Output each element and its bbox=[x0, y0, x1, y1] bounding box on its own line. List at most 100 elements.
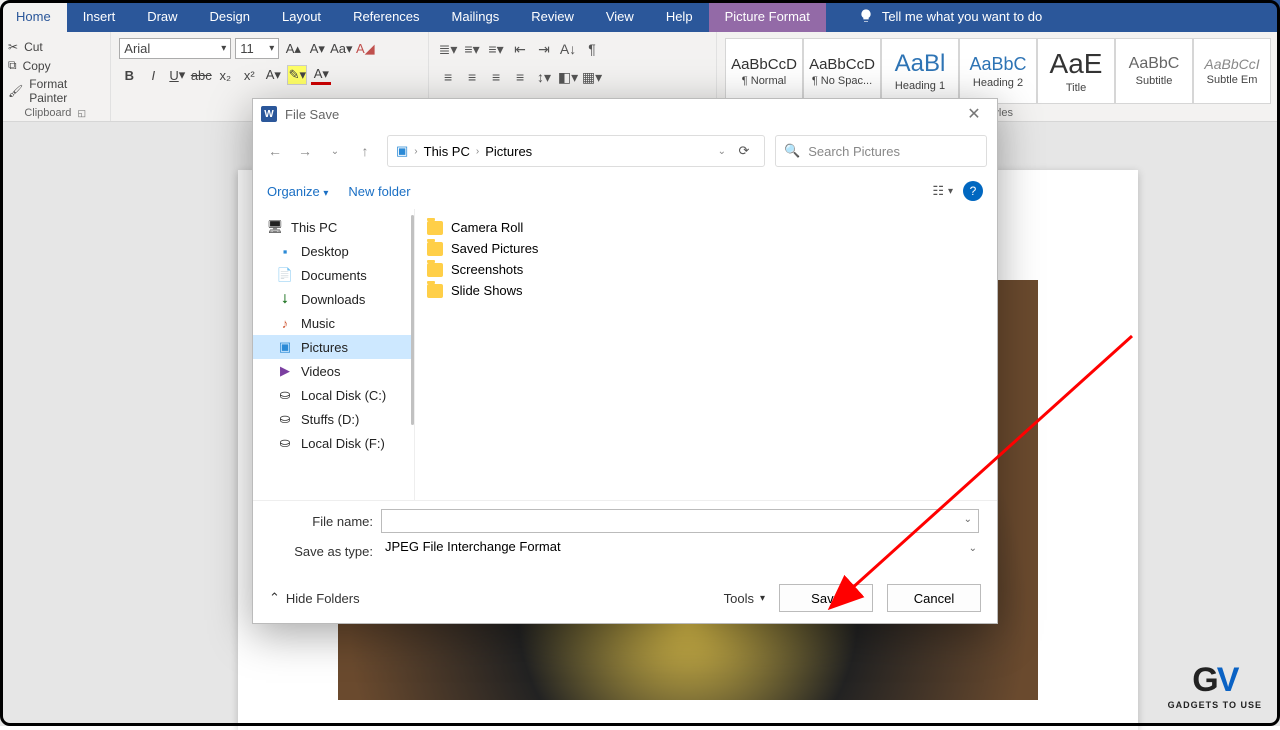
bold-button[interactable]: B bbox=[119, 65, 139, 85]
folder-icon bbox=[427, 284, 443, 298]
organize-menu[interactable]: Organize ▾ bbox=[267, 184, 328, 199]
chevron-down-icon[interactable]: ⌄ bbox=[718, 146, 726, 157]
format-painter-button[interactable]: 🖌Format Painter bbox=[8, 75, 102, 107]
italic-button[interactable]: I bbox=[143, 65, 163, 85]
save-button[interactable]: Save bbox=[779, 584, 873, 612]
shrink-font-button[interactable]: A▾ bbox=[307, 39, 327, 59]
hide-folders-button[interactable]: ⌃Hide Folders bbox=[269, 590, 360, 606]
font-color-button[interactable]: A▾ bbox=[311, 65, 331, 85]
tab-draw[interactable]: Draw bbox=[131, 0, 193, 32]
decrease-indent-button[interactable]: ⇤ bbox=[509, 38, 531, 60]
folder-item[interactable]: Camera Roll bbox=[427, 217, 985, 238]
show-marks-button[interactable]: ¶ bbox=[581, 38, 603, 60]
breadcrumb[interactable]: ▣ › This PC › Pictures ⌄ ⟳ bbox=[387, 135, 765, 167]
font-size-combo[interactable]: 11▾ bbox=[235, 38, 279, 59]
folder-item[interactable]: Slide Shows bbox=[427, 280, 985, 301]
tab-mailings[interactable]: Mailings bbox=[436, 0, 516, 32]
up-button[interactable]: ↑ bbox=[353, 139, 377, 163]
chevron-down-icon[interactable]: ⌄ bbox=[964, 514, 972, 525]
sort-button[interactable]: A↓ bbox=[557, 38, 579, 60]
view-button[interactable]: ☷▾ bbox=[932, 183, 953, 199]
align-center-button[interactable]: ≡ bbox=[461, 66, 483, 88]
shading-button[interactable]: ◧▾ bbox=[557, 66, 579, 88]
chevron-down-icon[interactable]: ⌄ bbox=[969, 543, 977, 554]
breadcrumb-item[interactable]: This PC bbox=[424, 144, 470, 159]
increase-indent-button[interactable]: ⇥ bbox=[533, 38, 555, 60]
save-type-select[interactable]: JPEG File Interchange Format⌄ bbox=[381, 539, 979, 563]
resize-handle-icon[interactable] bbox=[1034, 490, 1038, 498]
grow-font-button[interactable]: A▴ bbox=[283, 39, 303, 59]
clear-formatting-button[interactable]: A◢ bbox=[355, 39, 375, 59]
font-name-combo[interactable]: Arial▾ bbox=[119, 38, 231, 59]
chevron-down-icon: ▾ bbox=[323, 188, 328, 199]
copy-button[interactable]: ⧉Copy bbox=[8, 56, 102, 75]
highlight-button[interactable]: ✎▾ bbox=[287, 65, 307, 85]
strike-button[interactable]: abc bbox=[191, 65, 211, 85]
nav-disk-c[interactable]: ⛀Local Disk (C:) bbox=[253, 383, 414, 407]
style-no-spacing[interactable]: AaBbCcD¶ No Spac... bbox=[803, 38, 881, 104]
refresh-button[interactable]: ⟳ bbox=[732, 143, 756, 159]
tell-me-search[interactable]: Tell me what you want to do bbox=[846, 0, 1054, 32]
tab-insert[interactable]: Insert bbox=[67, 0, 132, 32]
align-left-button[interactable]: ≡ bbox=[437, 66, 459, 88]
tab-picture-format[interactable]: Picture Format bbox=[709, 0, 826, 32]
superscript-button[interactable]: x² bbox=[239, 65, 259, 85]
chevron-right-icon: › bbox=[414, 146, 417, 157]
nav-disk-d[interactable]: ⛀Stuffs (D:) bbox=[253, 407, 414, 431]
bullets-button[interactable]: ≣▾ bbox=[437, 38, 459, 60]
folder-item[interactable]: Screenshots bbox=[427, 259, 985, 280]
cancel-button[interactable]: Cancel bbox=[887, 584, 981, 612]
tab-help[interactable]: Help bbox=[650, 0, 709, 32]
tab-view[interactable]: View bbox=[590, 0, 650, 32]
underline-button[interactable]: U▾ bbox=[167, 65, 187, 85]
align-right-button[interactable]: ≡ bbox=[485, 66, 507, 88]
style-subtitle[interactable]: AaBbCSubtitle bbox=[1115, 38, 1193, 104]
style-title[interactable]: AaETitle bbox=[1037, 38, 1115, 104]
help-button[interactable]: ? bbox=[963, 181, 983, 201]
tab-review[interactable]: Review bbox=[515, 0, 590, 32]
nav-desktop[interactable]: ▪Desktop bbox=[253, 239, 414, 263]
resize-handle-icon[interactable] bbox=[1034, 696, 1038, 700]
tools-menu[interactable]: Tools▾ bbox=[724, 591, 765, 606]
resize-handle-icon[interactable] bbox=[1034, 280, 1038, 284]
justify-button[interactable]: ≡ bbox=[509, 66, 531, 88]
nav-documents[interactable]: 📄Documents bbox=[253, 263, 414, 287]
lightbulb-icon bbox=[858, 8, 874, 24]
styles-gallery[interactable]: AaBbCcD¶ Normal AaBbCcD¶ No Spac... AaBl… bbox=[725, 38, 1271, 104]
nav-disk-f[interactable]: ⛀Local Disk (F:) bbox=[253, 431, 414, 455]
style-subtle-em[interactable]: AaBbCcISubtle Em bbox=[1193, 38, 1271, 104]
forward-button[interactable]: → bbox=[293, 139, 317, 163]
folder-item[interactable]: Saved Pictures bbox=[427, 238, 985, 259]
new-folder-button[interactable]: New folder bbox=[348, 184, 410, 199]
multilevel-button[interactable]: ≡▾ bbox=[485, 38, 507, 60]
text-effects-button[interactable]: A▾ bbox=[263, 65, 283, 85]
subscript-button[interactable]: x₂ bbox=[215, 65, 235, 85]
tab-references[interactable]: References bbox=[337, 0, 435, 32]
nav-music[interactable]: ♪Music bbox=[253, 311, 414, 335]
style-heading2[interactable]: AaBbCHeading 2 bbox=[959, 38, 1037, 104]
search-input[interactable]: 🔍 Search Pictures bbox=[775, 135, 987, 167]
tab-home[interactable]: Home bbox=[0, 0, 67, 32]
borders-button[interactable]: ▦▾ bbox=[581, 66, 603, 88]
cut-button[interactable]: ✂Cut bbox=[8, 38, 102, 56]
tab-layout[interactable]: Layout bbox=[266, 0, 337, 32]
back-button[interactable]: ← bbox=[263, 139, 287, 163]
nav-videos[interactable]: ▶Videos bbox=[253, 359, 414, 383]
line-spacing-button[interactable]: ↕▾ bbox=[533, 66, 555, 88]
recent-locations-button[interactable]: ⌄ bbox=[323, 139, 347, 163]
nav-downloads[interactable]: ⭣Downloads bbox=[253, 287, 414, 311]
change-case-button[interactable]: Aa▾ bbox=[331, 39, 351, 59]
style-normal[interactable]: AaBbCcD¶ Normal bbox=[725, 38, 803, 104]
nav-pictures[interactable]: ▣Pictures bbox=[253, 335, 414, 359]
close-button[interactable]: ✕ bbox=[959, 104, 989, 124]
music-icon: ♪ bbox=[277, 315, 293, 331]
group-label-clipboard: Clipboard bbox=[24, 107, 71, 119]
downloads-icon: ⭣ bbox=[277, 291, 293, 307]
nav-this-pc[interactable]: 🖥This PC bbox=[253, 215, 414, 239]
style-heading1[interactable]: AaBlHeading 1 bbox=[881, 38, 959, 104]
dialog-launcher-icon[interactable]: ◱ bbox=[77, 108, 86, 119]
tab-design[interactable]: Design bbox=[194, 0, 266, 32]
numbering-button[interactable]: ≡▾ bbox=[461, 38, 483, 60]
file-name-input[interactable]: ⌄ bbox=[381, 509, 979, 533]
breadcrumb-item[interactable]: Pictures bbox=[485, 144, 532, 159]
